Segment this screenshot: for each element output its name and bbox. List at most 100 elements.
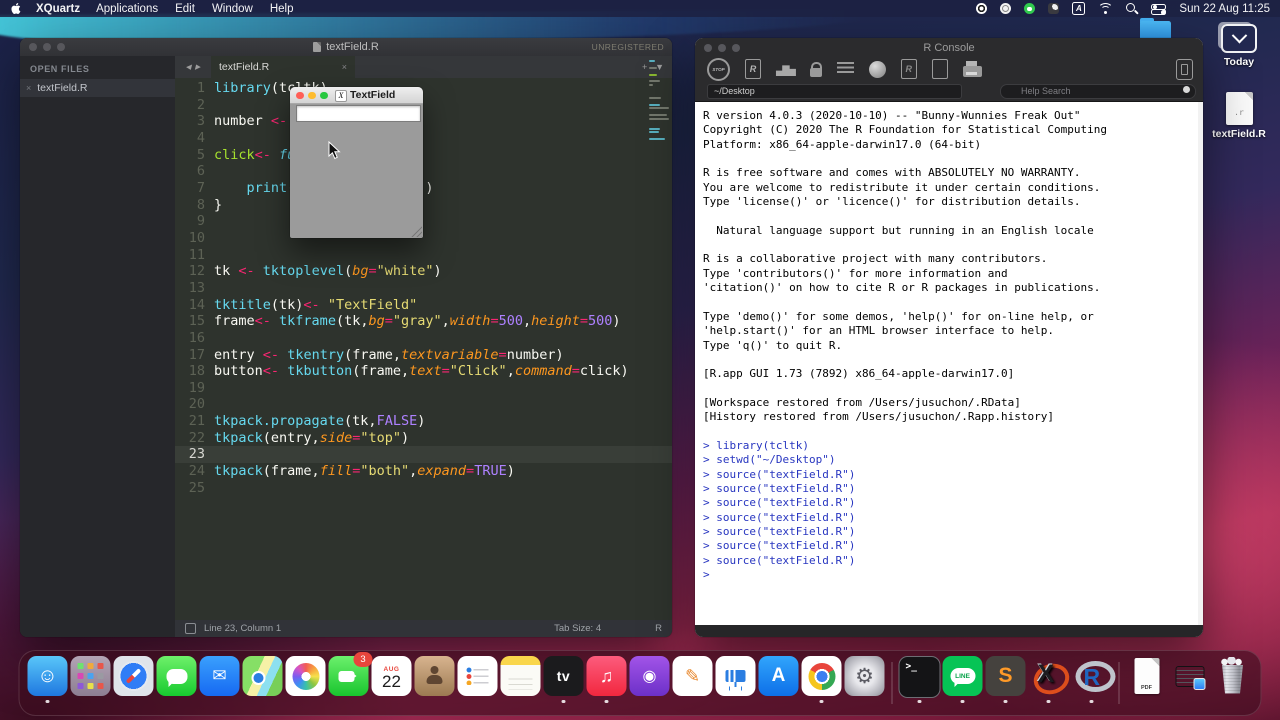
working-directory-field[interactable] [707, 83, 962, 99]
desktop-stack-today[interactable]: Today [1207, 24, 1271, 68]
dock-r[interactable]: R [1072, 656, 1116, 703]
tab-label: textField.R [219, 61, 270, 73]
console-output-line: Type 'demo()' for some demos, 'help()' f… [703, 309, 1094, 323]
close-button[interactable] [704, 44, 712, 52]
console-titlebar[interactable]: R Console [695, 38, 1203, 57]
source-icon[interactable]: R [745, 59, 761, 79]
tab-scroll-arrows[interactable]: ◀ ▶ [175, 56, 211, 78]
console-output-line: [History restored from /Users/jusuchon/.… [703, 410, 1054, 424]
dock-launchpad[interactable] [70, 656, 111, 702]
dock-notes[interactable] [500, 656, 541, 702]
drawer-icon[interactable] [1176, 59, 1193, 80]
menubar-item-edit[interactable]: Edit [175, 3, 195, 15]
dock-sublime[interactable]: S [985, 656, 1026, 703]
rdoc-icon[interactable]: R [900, 59, 917, 79]
menubar-app-name[interactable]: XQuartz [36, 3, 80, 15]
zoom-button[interactable] [732, 44, 740, 52]
lock-icon[interactable] [809, 61, 823, 77]
menubar-clock[interactable]: Sun 22 Aug 11:25 [1179, 3, 1270, 15]
menubar-item-window[interactable]: Window [212, 3, 253, 15]
status-moon-icon[interactable] [1048, 3, 1060, 14]
close-button[interactable] [296, 91, 304, 99]
status-wifi-icon[interactable] [1098, 3, 1114, 14]
new-tab-icon[interactable]: + [642, 62, 647, 72]
minimize-button[interactable] [43, 43, 51, 51]
dock-facetime[interactable]: 3 [328, 652, 373, 702]
dock-calendar[interactable]: AUG 22 [371, 656, 412, 702]
dock-mail[interactable]: ✉ [199, 656, 240, 702]
console-output[interactable]: R version 4.0.3 (2020-10-10) -- "Bunny-W… [695, 102, 1203, 625]
print-icon[interactable] [962, 61, 982, 77]
dock-chrome[interactable] [801, 656, 842, 703]
status-input-source-icon[interactable]: A [1072, 2, 1086, 15]
resize-grip[interactable] [410, 225, 422, 237]
sidebar-item-textfield[interactable]: × textField.R [20, 79, 175, 97]
textfield-titlebar[interactable]: X TextField [290, 87, 423, 104]
textfield-entry-input[interactable] [296, 105, 421, 122]
menubar-item-applications[interactable]: Applications [96, 3, 158, 15]
menubar-item-help[interactable]: Help [270, 3, 294, 15]
line-number: 15 [188, 313, 205, 330]
dock-photos[interactable] [285, 656, 326, 702]
desktop-file-textfield[interactable]: .r textField.R [1207, 92, 1271, 140]
minimap[interactable] [649, 60, 669, 145]
help-search-input[interactable] [1000, 83, 1196, 99]
document-icon [313, 42, 322, 52]
zoom-button[interactable] [320, 91, 328, 99]
list-icon[interactable] [836, 62, 854, 76]
vintage-mode-icon[interactable] [185, 623, 196, 634]
status-record-icon[interactable] [976, 3, 988, 14]
dock-appletv[interactable]: tv [543, 656, 584, 703]
settings-icon: ⚙ [844, 656, 885, 696]
doc-icon[interactable] [931, 59, 948, 79]
stop-icon[interactable]: STOP [707, 57, 730, 81]
syntax-indicator[interactable]: R [655, 623, 662, 634]
dock-line[interactable]: LINE [942, 656, 983, 703]
dock-podcasts[interactable]: ◉ [629, 656, 670, 702]
code-line-23: 23 [175, 446, 672, 464]
tab-close-icon[interactable]: × [342, 62, 347, 72]
running-indicator [1089, 699, 1094, 703]
dock-reminders[interactable] [457, 656, 498, 702]
dock-keynote[interactable] [715, 656, 756, 702]
dock-messages[interactable] [156, 656, 197, 702]
status-line-status-icon[interactable] [1024, 3, 1036, 14]
finder-icon: ☺ [27, 656, 68, 696]
dock-minimized[interactable] [1170, 656, 1210, 702]
close-file-icon[interactable]: × [26, 83, 31, 93]
dock-terminal[interactable]: >_ [898, 656, 941, 703]
line-number: 1 [196, 80, 205, 96]
dock-contacts[interactable] [414, 656, 455, 702]
dock-pdf[interactable]: PDF [1127, 656, 1167, 702]
dock-settings[interactable]: ⚙ [844, 656, 885, 702]
close-button[interactable] [29, 43, 37, 51]
apple-menu-icon[interactable] [10, 2, 22, 15]
sphere-icon[interactable] [868, 60, 886, 78]
minimize-button[interactable] [718, 44, 726, 52]
dock-finder[interactable]: ☺ [27, 656, 68, 703]
dock-music[interactable]: ♫ [586, 656, 627, 703]
tab-size-indicator[interactable]: Tab Size: 4 [554, 623, 601, 634]
dock-pages[interactable]: ✎ [672, 656, 713, 702]
dock-safari[interactable] [113, 656, 154, 702]
dock-maps[interactable] [242, 656, 283, 702]
zoom-button[interactable] [57, 43, 65, 51]
status-spotlight-icon[interactable] [1126, 2, 1139, 15]
code-area[interactable]: 1library(tcltk)2 3number <- tclVar("")4 … [175, 78, 672, 620]
running-indicator [45, 699, 50, 703]
r-icon: R [1072, 656, 1116, 696]
tab-textfield[interactable]: textField.R × [211, 56, 355, 78]
editor-titlebar[interactable]: textField.R UNREGISTERED [20, 38, 672, 56]
plot-icon[interactable]: ▃▆▄ [776, 62, 796, 76]
editor-sidebar: OPEN FILES × textField.R [20, 56, 175, 637]
dock-trash[interactable] [1213, 656, 1253, 702]
running-indicator [960, 699, 965, 703]
dock-appstore[interactable]: A [758, 656, 799, 702]
status-creative-cloud-icon[interactable] [1000, 3, 1012, 14]
minimize-button[interactable] [308, 91, 316, 99]
status-control-center-icon[interactable] [1151, 3, 1167, 16]
dock-xquartz[interactable]: X [1029, 656, 1074, 703]
